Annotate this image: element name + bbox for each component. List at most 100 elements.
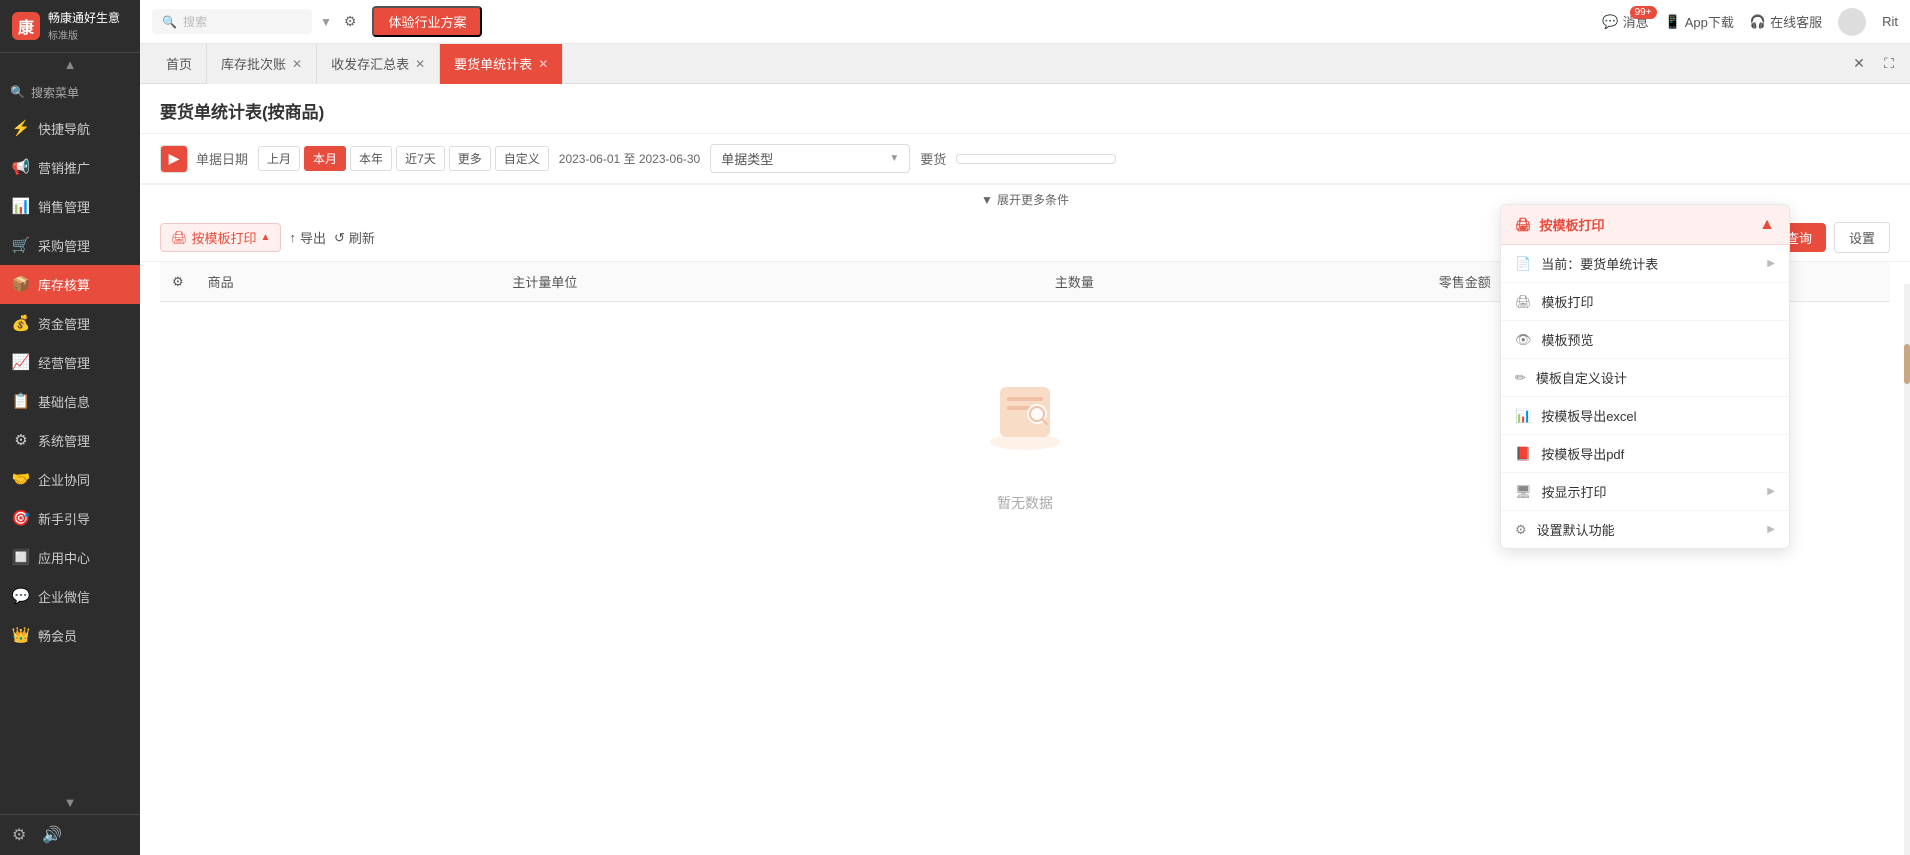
type-filter-select[interactable]: 单据类型 ▼ [710,144,910,173]
message-action[interactable]: 💬 消息 99+ [1602,12,1648,31]
cargo-filter-label: 要货 [920,149,946,168]
set-default-chevron-icon: ▶ [1767,524,1775,535]
sidebar-item-guide[interactable]: 🎯 新手引导 [0,499,140,538]
sidebar-item-inventory[interactable]: 📦 库存核算 [0,265,140,304]
display-print-item[interactable]: 🖥 按显示打印 ▶ [1501,473,1789,511]
date-btn-last-month[interactable]: 上月 [258,146,300,171]
promo-button[interactable]: 体验行业方案 [372,6,482,37]
close-all-tabs-button[interactable]: ✕ [1846,51,1872,77]
sidebar-item-purchase[interactable]: 🛒 采购管理 [0,226,140,265]
cargo-filter-field[interactable] [956,154,1116,164]
sidebar-item-system[interactable]: ⚙ 系统管理 [0,421,140,460]
tab-inventory-batch-label: 库存批次账 [221,54,286,73]
refresh-action-button[interactable]: ↺ 刷新 [334,228,375,247]
settings-button[interactable]: 设置 [1834,222,1890,253]
app-download-action[interactable]: 📱 App下载 [1665,12,1734,31]
sidebar-search[interactable]: 🔍 搜索菜单 [0,76,140,109]
template-pdf-item[interactable]: 📕 按模板导出pdf [1501,435,1789,473]
tab-receipt-summary[interactable]: 收发存汇总表 ✕ [317,44,440,84]
sidebar-item-basic[interactable]: 📋 基础信息 [0,382,140,421]
tab-order-stats[interactable]: 要货单统计表 ✕ [440,44,563,84]
export-action-button[interactable]: ↑ 导出 [289,228,326,247]
template-print-item[interactable]: 🖨 模板打印 [1501,283,1789,321]
sidebar-item-quick-nav[interactable]: ⚡ 快捷导航 [0,109,140,148]
sidebar-item-inventory-label: 库存核算 [38,275,90,294]
print-current-item[interactable]: 📄 当前：要货单统计表 ▶ [1501,245,1789,283]
inventory-icon: 📦 [12,275,30,293]
topbar-search-box[interactable]: 🔍 搜索 [152,9,312,34]
tabbar-right: ✕ ⛶ [1846,51,1910,77]
template-preview-item[interactable]: 👁 模板预览 [1501,321,1789,359]
refresh-label: 刷新 [349,228,375,247]
sidebar-item-wechat-label: 企业微信 [38,587,90,606]
app-logo-icon: 康 [12,12,40,40]
online-service-label: 在线客服 [1770,12,1822,31]
date-btn-more[interactable]: 更多 [449,146,491,171]
app-logo-text-container: 畅康通好生意 标准版 [48,10,120,42]
sales-icon: 📊 [12,197,30,215]
right-scrollbar-thumb[interactable] [1904,344,1910,384]
sidebar-item-member-label: 畅会员 [38,626,77,645]
sidebar-scroll-up[interactable]: ▲ [0,53,140,76]
tab-receipt-summary-close[interactable]: ✕ [415,57,425,71]
app-download-label: App下载 [1685,12,1734,31]
footer-sound-icon[interactable]: 🔊 [42,825,62,845]
tab-home[interactable]: 首页 [152,44,207,84]
topbar-actions: 💬 消息 99+ 📱 App下载 🎧 在线客服 Rit [1602,8,1898,36]
filter-row: 单据日期 上月 本月 本年 近7天 更多 自定义 2023-06-01 至 20… [196,144,1116,173]
sidebar-item-wechat[interactable]: 💬 企业微信 [0,577,140,616]
template-print-icon: 🖨 [1515,294,1532,310]
date-filter-label: 单据日期 [196,149,248,168]
printer-icon: 🖨 [171,230,188,246]
sidebar-item-apps[interactable]: 🔲 应用中心 [0,538,140,577]
print-dropdown-icon: 🖨 [1515,217,1532,233]
sidebar-nav: ⚡ 快捷导航 📢 营销推广 📊 销售管理 🛒 采购管理 📦 库存核算 💰 资金管… [0,109,140,791]
print-action-button[interactable]: 🖨 按模板打印 ▲ [160,223,281,252]
type-filter-arrow-icon: ▼ [889,153,899,164]
sidebar-item-member[interactable]: 👑 畅会员 [0,616,140,655]
expand-filter-button[interactable]: ▶ [160,145,188,173]
sidebar-item-operation[interactable]: 📈 经营管理 [0,343,140,382]
avatar[interactable] [1838,8,1866,36]
display-print-chevron-icon: ▶ [1767,486,1775,497]
sidebar-item-basic-label: 基础信息 [38,392,90,411]
footer-settings-icon[interactable]: ⚙ [12,825,26,845]
print-dropdown-header: 🖨 按模板打印 ▲ [1501,205,1789,245]
template-preview-label: 模板预览 [1542,330,1594,349]
template-excel-item[interactable]: 📊 按模板导出excel [1501,397,1789,435]
template-preview-icon: 👁 [1515,332,1532,348]
headset-icon: 🎧 [1750,14,1766,30]
right-scrollbar-track [1904,284,1910,855]
set-default-item[interactable]: ⚙ 设置默认功能 ▶ [1501,511,1789,548]
set-default-label: 设置默认功能 [1537,520,1615,539]
sidebar-item-guide-label: 新手引导 [38,509,90,528]
print-dropdown-close-button[interactable]: ▲ [1759,216,1775,234]
marketing-icon: 📢 [12,158,30,176]
date-btn-custom[interactable]: 自定义 [495,146,549,171]
topbar: 🔍 搜索 ▼ ⚙ 体验行业方案 💬 消息 99+ 📱 App下载 🎧 在线客服 … [140,0,1910,44]
display-print-label: 按显示打印 [1542,482,1607,501]
operation-icon: 📈 [12,353,30,371]
table-col-gear[interactable]: ⚙ [160,262,196,302]
sidebar-item-finance[interactable]: 💰 资金管理 [0,304,140,343]
empty-text: 暂无数据 [997,493,1053,513]
sidebar-item-collab[interactable]: 🤝 企业协同 [0,460,140,499]
sidebar-item-marketing-label: 营销推广 [38,158,90,177]
date-btn-this-year[interactable]: 本年 [350,146,392,171]
template-custom-item[interactable]: ✏ 模板自定义设计 [1501,359,1789,397]
collab-icon: 🤝 [12,470,30,488]
finance-icon: 💰 [12,314,30,332]
tab-order-stats-close[interactable]: ✕ [538,57,548,71]
expand-tab-button[interactable]: ⛶ [1876,51,1902,77]
template-custom-icon: ✏ [1515,370,1526,386]
date-btn-7days[interactable]: 近7天 [396,146,445,171]
date-btn-this-month[interactable]: 本月 [304,146,346,171]
tab-inventory-batch-close[interactable]: ✕ [292,57,302,71]
online-service-action[interactable]: 🎧 在线客服 [1750,12,1822,31]
topbar-chevron-icon[interactable]: ▼ [320,15,332,29]
tab-inventory-batch[interactable]: 库存批次账 ✕ [207,44,317,84]
sidebar-item-marketing[interactable]: 📢 营销推广 [0,148,140,187]
sidebar-item-sales[interactable]: 📊 销售管理 [0,187,140,226]
topbar-gear-icon[interactable]: ⚙ [344,13,357,30]
sidebar-scroll-down[interactable]: ▼ [0,791,140,814]
